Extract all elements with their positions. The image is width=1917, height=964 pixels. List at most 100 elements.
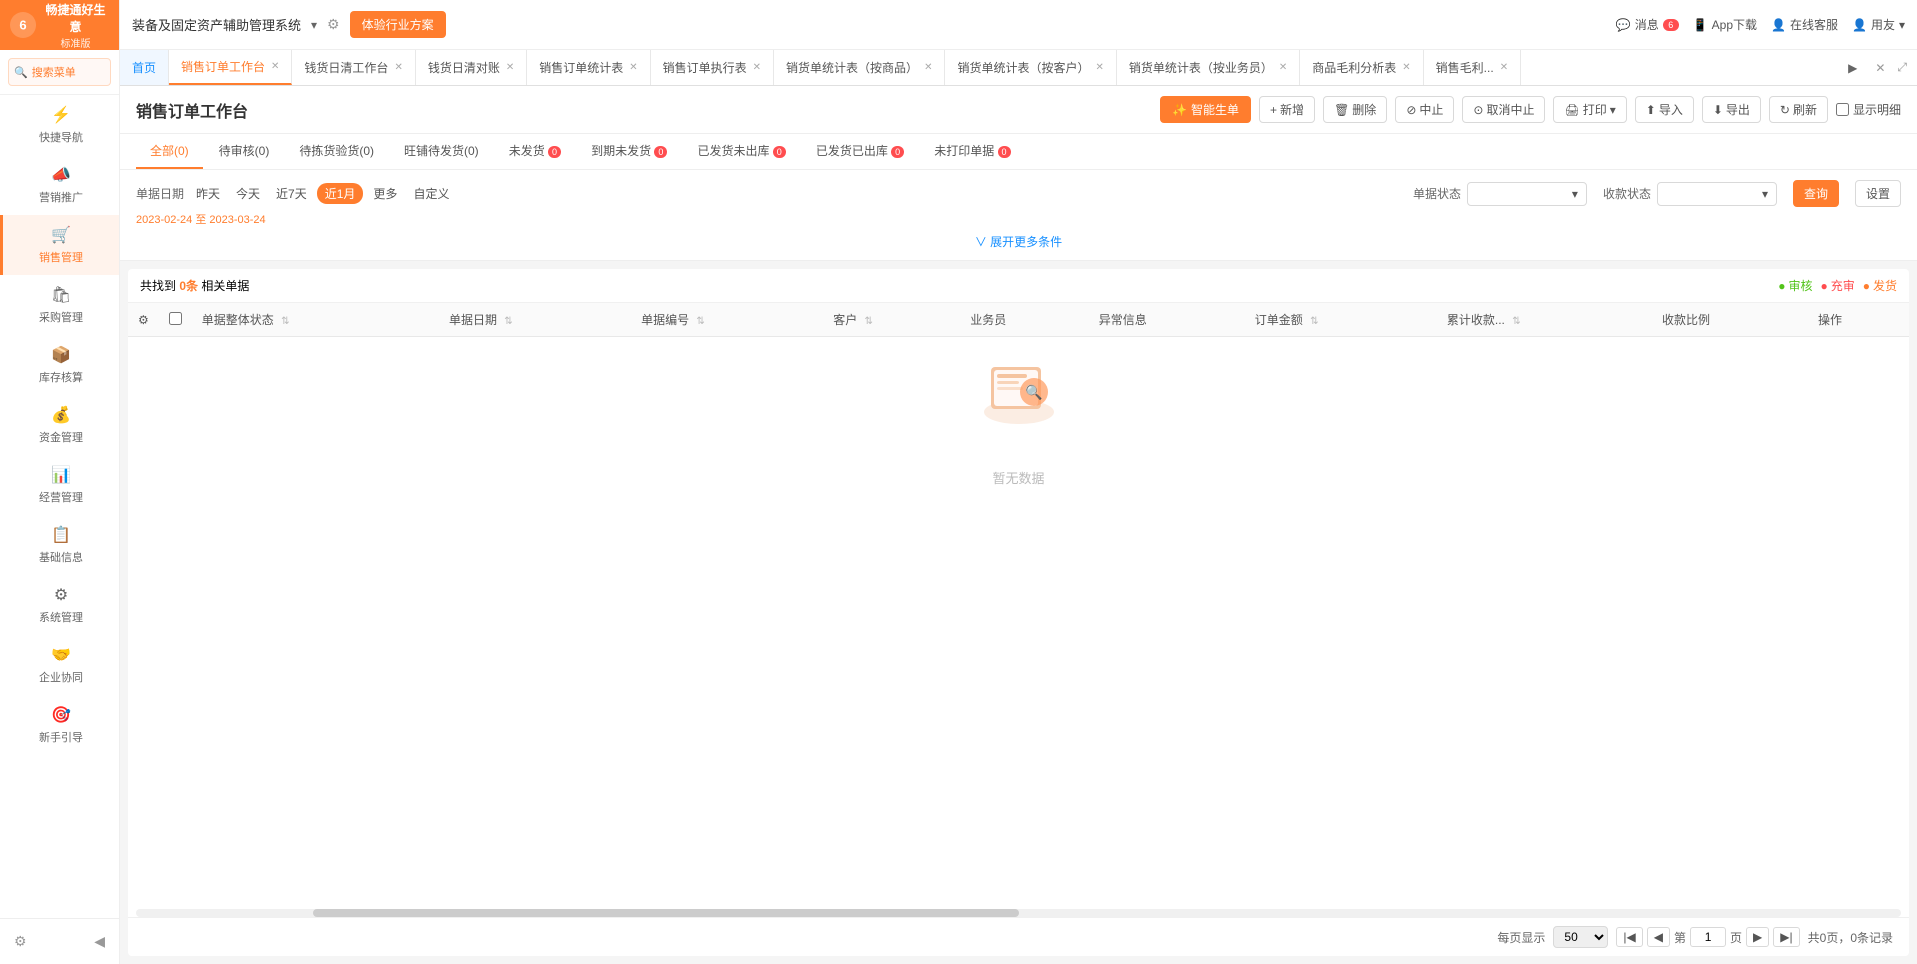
search-menu-button[interactable]: 🔍 搜索菜单: [8, 58, 111, 86]
sub-tab-not-printed[interactable]: 未打印单据 0: [920, 134, 1024, 169]
next-page-button[interactable]: ▶: [1746, 927, 1769, 947]
first-page-button[interactable]: |◀: [1616, 927, 1642, 947]
tab-close-cash-reconcile[interactable]: ✕: [506, 62, 514, 73]
cancel-stop-button[interactable]: ⊙ 取消中止: [1462, 96, 1545, 123]
sub-tab-pending-review[interactable]: 待审核(0): [205, 134, 284, 169]
show-detail-checkbox-label[interactable]: 显示明细: [1836, 101, 1901, 118]
stop-button[interactable]: ⊘ 中止: [1395, 96, 1454, 123]
sub-tab-pending-inspect[interactable]: 待拣货验货(0): [285, 134, 388, 169]
smart-create-button[interactable]: ✨ 智能生单: [1160, 96, 1251, 123]
date-btn-custom[interactable]: 自定义: [407, 183, 455, 204]
collapse-button[interactable]: ◀: [90, 929, 109, 954]
sub-tab-shipped-not-out-label: 已发货未出库: [697, 144, 769, 158]
tab-close-customer[interactable]: ✕: [1095, 62, 1103, 73]
tab-close-sales-stat[interactable]: ✕: [629, 62, 637, 73]
tab-cash-reconcile[interactable]: 钱货日清对账 ✕: [416, 50, 527, 85]
tab-close-sales-workbench[interactable]: ✕: [271, 61, 279, 72]
col-amount-header[interactable]: 订单金额 ⇅: [1245, 303, 1437, 337]
tab-sales-workbench[interactable]: 销售订单工作台 ✕: [169, 50, 292, 85]
date-btn-today[interactable]: 今天: [230, 183, 266, 204]
print-button[interactable]: 🖨 打印 ▾: [1553, 96, 1626, 123]
quicknav-icon: ⚡: [51, 105, 71, 125]
tab-sales-stat[interactable]: 销售订单统计表 ✕: [527, 50, 650, 85]
sidebar-item-sales[interactable]: 🛒 销售管理: [0, 215, 119, 275]
ship-button[interactable]: ● 发货: [1863, 277, 1897, 294]
settings-button[interactable]: ⚙: [10, 929, 31, 954]
table-scroll-container[interactable]: ⚙ 单据整体状态 ⇅ 单据日期 ⇅: [128, 303, 1909, 909]
import-button[interactable]: ⬆ 导入: [1635, 96, 1694, 123]
sub-tab-wangpu[interactable]: 旺铺待发货(0): [390, 134, 493, 169]
col-customer-header[interactable]: 客户 ⇅: [823, 303, 960, 337]
tab-sales-more[interactable]: 销售毛利... ✕: [1424, 50, 1521, 85]
system-title-dropdown[interactable]: ▾: [311, 18, 317, 32]
tab-more-button[interactable]: ▶: [1840, 50, 1865, 85]
topbar-gear-icon[interactable]: ⚙: [327, 16, 340, 33]
review-label: 审核: [1788, 277, 1812, 294]
col-date-header[interactable]: 单据日期 ⇅: [439, 303, 631, 337]
review-button[interactable]: ● 审核: [1778, 277, 1812, 294]
tab-sales-exec[interactable]: 销售订单执行表 ✕: [651, 50, 774, 85]
sidebar-item-finance[interactable]: 💰 资金管理: [0, 395, 119, 455]
sidebar-item-inventory[interactable]: 📦 库存核算: [0, 335, 119, 395]
sub-tab-overdue-ship[interactable]: 到期未发货 0: [577, 134, 681, 169]
payment-select[interactable]: ▾: [1657, 182, 1777, 206]
message-badge: 6: [1663, 19, 1679, 31]
user-menu[interactable]: 👤 用友 ▾: [1852, 16, 1905, 33]
date-btn-yesterday[interactable]: 昨天: [190, 183, 226, 204]
tab-sales-summary-customer[interactable]: 销货单统计表（按客户） ✕: [945, 50, 1116, 85]
sub-tab-shipped-out[interactable]: 已发货已出库 0: [802, 134, 918, 169]
last-page-button[interactable]: ▶|: [1773, 927, 1799, 947]
tab-close-product[interactable]: ✕: [924, 62, 932, 73]
tab-gross-analysis[interactable]: 商品毛利分析表 ✕: [1300, 50, 1423, 85]
tab-close-staff[interactable]: ✕: [1279, 62, 1287, 73]
query-button[interactable]: 查询: [1793, 180, 1839, 207]
sidebar-item-purchase[interactable]: 🛍 采购管理: [0, 275, 119, 335]
tab-expand-button[interactable]: ⤢: [1893, 58, 1911, 77]
page-number-input[interactable]: [1690, 927, 1726, 947]
sidebar-item-system[interactable]: ⚙ 系统管理: [0, 575, 119, 635]
tab-close-gross[interactable]: ✕: [1402, 62, 1410, 73]
tab-sales-summary-product[interactable]: 销货单统计表（按商品） ✕: [774, 50, 945, 85]
tab-close-sales-more[interactable]: ✕: [1500, 62, 1508, 73]
expand-filter-button[interactable]: ∨ 展开更多条件: [975, 233, 1062, 250]
sidebar-item-basic[interactable]: 📋 基础信息: [0, 515, 119, 575]
sidebar-item-operation[interactable]: 📊 经营管理: [0, 455, 119, 515]
settings-filter-button[interactable]: 设置: [1855, 180, 1901, 207]
sidebar-item-quicknav[interactable]: ⚡ 快捷导航: [0, 95, 119, 155]
scrollbar-thumb[interactable]: [313, 909, 1019, 917]
tab-close-cash-daily[interactable]: ✕: [394, 62, 402, 73]
show-detail-checkbox[interactable]: [1836, 103, 1849, 116]
sub-tab-all[interactable]: 全部(0): [136, 134, 203, 169]
tab-cash-daily[interactable]: 钱货日清工作台 ✕: [292, 50, 415, 85]
delete-button[interactable]: 🗑 删除: [1323, 96, 1387, 123]
horizontal-scrollbar[interactable]: [136, 909, 1901, 917]
tab-home[interactable]: 首页: [120, 50, 169, 85]
tab-sales-summary-staff[interactable]: 销货单统计表（按业务员） ✕: [1117, 50, 1300, 85]
sidebar-item-enterprise[interactable]: 🤝 企业协同: [0, 635, 119, 695]
tab-close-all-button[interactable]: ✕: [1871, 59, 1889, 77]
add-button[interactable]: + 新增: [1259, 96, 1315, 123]
col-cumulative-header[interactable]: 累计收款... ⇅: [1437, 303, 1652, 337]
tab-sales-exec-label: 销售订单执行表: [663, 59, 747, 76]
select-all-checkbox[interactable]: [169, 312, 182, 325]
online-service-button[interactable]: 👤 在线客服: [1771, 16, 1838, 33]
date-btn-1month[interactable]: 近1月: [317, 183, 364, 204]
export-button[interactable]: ⬇ 导出: [1702, 96, 1761, 123]
col-status-header[interactable]: 单据整体状态 ⇅: [192, 303, 439, 337]
per-page-select[interactable]: 50 20 100: [1553, 926, 1608, 948]
sidebar-item-guide[interactable]: 🎯 新手引导: [0, 695, 119, 755]
message-button[interactable]: 💬 消息 6: [1616, 16, 1679, 33]
app-download-button[interactable]: 📱 App下载: [1693, 16, 1757, 33]
sidebar-item-marketing[interactable]: 📣 营销推广: [0, 155, 119, 215]
status-select[interactable]: ▾: [1467, 182, 1587, 206]
unreviewed-button[interactable]: ● 充审: [1820, 277, 1854, 294]
col-number-header[interactable]: 单据编号 ⇅: [631, 303, 823, 337]
date-btn-more[interactable]: 更多: [367, 183, 403, 204]
refresh-button[interactable]: ↻ 刷新: [1769, 96, 1828, 123]
industry-solution-button[interactable]: 体验行业方案: [350, 11, 446, 38]
tab-close-sales-exec[interactable]: ✕: [753, 62, 761, 73]
date-btn-7days[interactable]: 近7天: [270, 183, 313, 204]
sub-tab-not-shipped[interactable]: 未发货 0: [495, 134, 575, 169]
prev-page-button[interactable]: ◀: [1647, 927, 1670, 947]
sub-tab-shipped-not-out[interactable]: 已发货未出库 0: [683, 134, 799, 169]
